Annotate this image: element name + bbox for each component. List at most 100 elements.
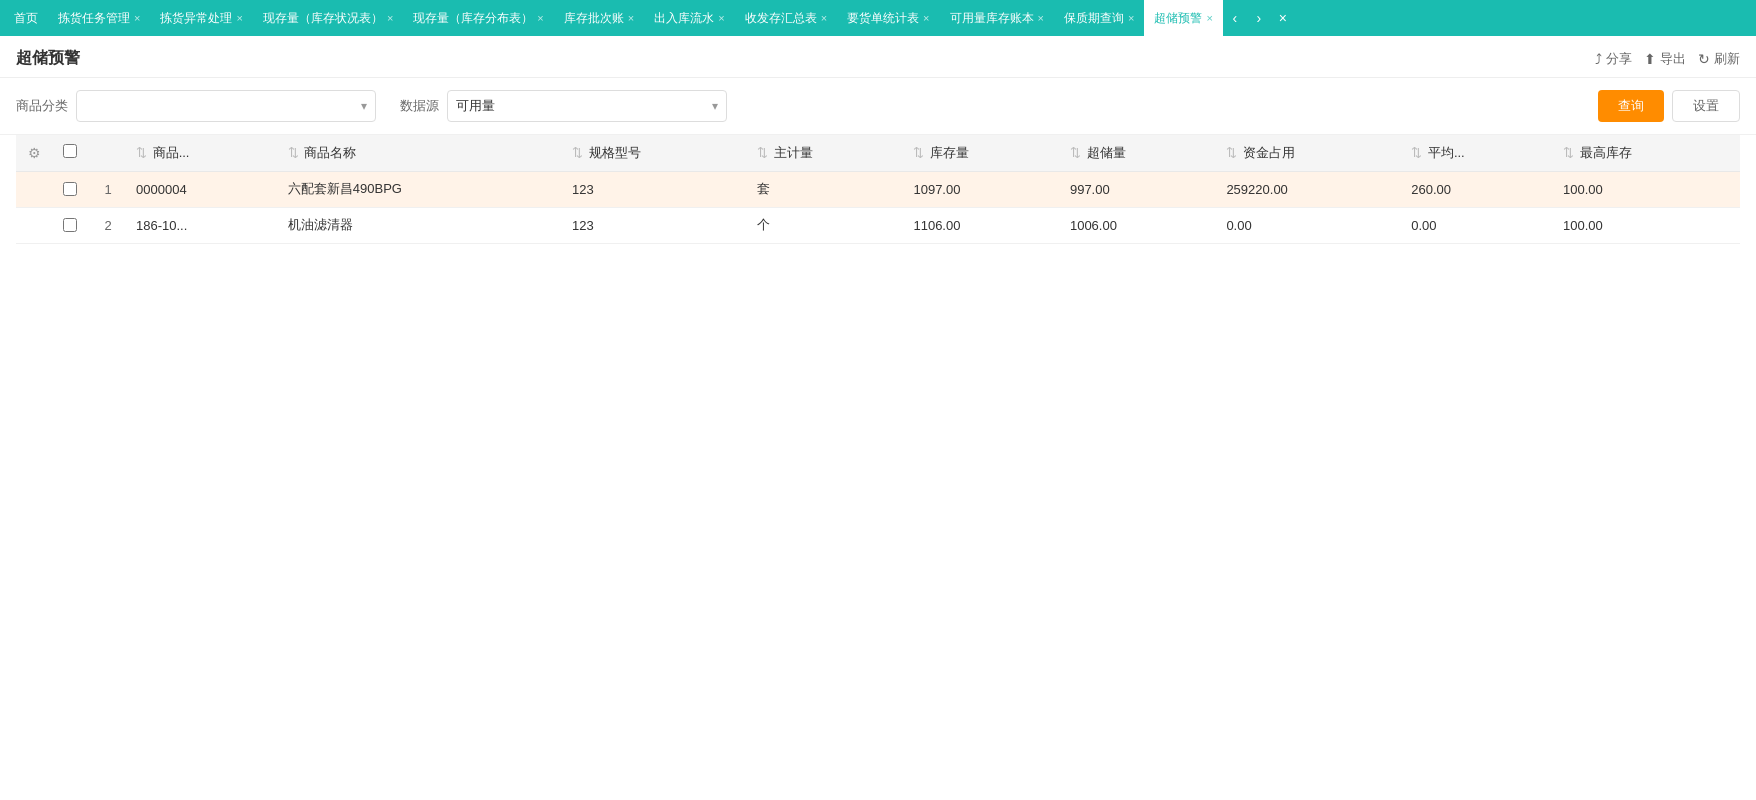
select-all-checkbox[interactable] [63,144,77,158]
refresh-button[interactable]: ↻ 刷新 [1698,50,1740,68]
tab-order-stats[interactable]: 要货单统计表 × [837,0,939,36]
row-product-name: 机油滤清器 [280,207,564,243]
filter-actions: 查询 设置 [1598,90,1740,122]
row-unit: 个 [749,207,905,243]
close-icon[interactable]: × [1128,12,1134,24]
col-index-header [88,135,128,171]
tab-stock-dist[interactable]: 现存量（库存分布表） × [403,0,553,36]
row-stock: 1106.00 [905,207,1061,243]
datasource-select[interactable]: 可用量 ▾ [447,90,727,122]
col-max-stock-header[interactable]: ⇅ 最高库存 [1555,135,1740,171]
sort-icon: ⇅ [572,145,583,160]
nav-close-arrow[interactable]: × [1271,0,1295,36]
row-checkbox[interactable] [63,182,77,196]
category-select[interactable]: ▾ [76,90,376,122]
row-product-code: 0000004 [128,171,280,207]
top-nav: 首页 拣货任务管理 × 拣货异常处理 × 现存量（库存状况表） × 现存量（库存… [0,0,1756,36]
sort-icon: ⇅ [913,145,924,160]
col-capital-header[interactable]: ⇅ 资金占用 [1218,135,1403,171]
tab-recv-send[interactable]: 收发存汇总表 × [735,0,837,36]
settings-button[interactable]: 设置 [1672,90,1740,122]
row-settings-cell [16,171,52,207]
close-icon[interactable]: × [134,12,140,24]
row-settings-cell [16,207,52,243]
datasource-filter: 数据源 可用量 ▾ [400,90,727,122]
row-overstock: 1006.00 [1062,207,1218,243]
row-capital: 259220.00 [1218,171,1403,207]
page-title: 超储预警 [16,48,80,69]
sort-icon: ⇅ [1070,145,1081,160]
query-button[interactable]: 查询 [1598,90,1664,122]
close-icon[interactable]: × [387,12,393,24]
row-unit: 套 [749,171,905,207]
share-icon: ⤴ [1595,51,1602,67]
col-unit-header[interactable]: ⇅ 主计量 [749,135,905,171]
tab-home[interactable]: 首页 [4,0,48,36]
table-row: 1 0000004 六配套新昌490BPG 123 套 1097.00 997.… [16,171,1740,207]
table-body: 1 0000004 六配套新昌490BPG 123 套 1097.00 997.… [16,171,1740,243]
header-actions: ⤴ 分享 ⬆ 导出 ↻ 刷新 [1595,50,1740,68]
col-overstock-header[interactable]: ⇅ 超储量 [1062,135,1218,171]
row-index: 2 [88,207,128,243]
col-settings[interactable]: ⚙ [16,135,52,171]
row-stock: 1097.00 [905,171,1061,207]
row-max-stock: 100.00 [1555,171,1740,207]
close-icon[interactable]: × [718,12,724,24]
datasource-value: 可用量 [456,97,495,115]
tab-quality-check[interactable]: 保质期查询 × [1054,0,1144,36]
chevron-down-icon: ▾ [712,99,718,113]
row-spec: 123 [564,171,749,207]
tab-avail-account[interactable]: 可用量库存账本 × [940,0,1054,36]
page-header: 超储预警 ⤴ 分享 ⬆ 导出 ↻ 刷新 [0,36,1756,78]
settings-gear-icon[interactable]: ⚙ [28,145,41,161]
sort-icon: ⇅ [136,145,147,160]
col-stock-header[interactable]: ⇅ 库存量 [905,135,1061,171]
close-icon[interactable]: × [923,12,929,24]
filter-area: 商品分类 ▾ 数据源 可用量 ▾ 查询 设置 [0,78,1756,135]
row-product-name: 六配套新昌490BPG [280,171,564,207]
col-spec-header[interactable]: ⇅ 规格型号 [564,135,749,171]
sort-icon: ⇅ [1563,145,1574,160]
row-checkbox-cell[interactable] [52,171,88,207]
tab-abnormal[interactable]: 拣货异常处理 × [150,0,252,36]
close-icon[interactable]: × [1038,12,1044,24]
close-icon[interactable]: × [628,12,634,24]
table-container: ⚙ ⇅ 商品... ⇅ 商品名称 ⇅ [0,135,1756,244]
table-header-row: ⚙ ⇅ 商品... ⇅ 商品名称 ⇅ [16,135,1740,171]
row-avg: 0.00 [1403,207,1555,243]
row-product-code: 186-10... [128,207,280,243]
table-row: 2 186-10... 机油滤清器 123 个 1106.00 1006.00 … [16,207,1740,243]
close-icon[interactable]: × [1206,12,1212,24]
row-avg: 260.00 [1403,171,1555,207]
row-spec: 123 [564,207,749,243]
sort-icon: ⇅ [1226,145,1237,160]
row-capital: 0.00 [1218,207,1403,243]
close-icon[interactable]: × [236,12,242,24]
nav-left-arrow[interactable]: ‹ [1223,0,1247,36]
nav-right-arrow[interactable]: › [1247,0,1271,36]
col-product-name-header[interactable]: ⇅ 商品名称 [280,135,564,171]
tab-in-out-flow[interactable]: 出入库流水 × [644,0,734,36]
col-product-code-header[interactable]: ⇅ 商品... [128,135,280,171]
sort-icon: ⇅ [288,145,299,160]
row-index: 1 [88,171,128,207]
row-checkbox-cell[interactable] [52,207,88,243]
refresh-icon: ↻ [1698,51,1710,67]
datasource-label: 数据源 [400,97,439,115]
sort-icon: ⇅ [1411,145,1422,160]
tab-overstock[interactable]: 超储预警 × [1144,0,1222,36]
col-checkbox-header[interactable] [52,135,88,171]
tab-batch-account[interactable]: 库存批次账 × [554,0,644,36]
category-label: 商品分类 [16,97,68,115]
data-table: ⚙ ⇅ 商品... ⇅ 商品名称 ⇅ [16,135,1740,244]
tab-task-mgmt[interactable]: 拣货任务管理 × [48,0,150,36]
share-button[interactable]: ⤴ 分享 [1595,50,1632,68]
close-icon[interactable]: × [821,12,827,24]
row-max-stock: 100.00 [1555,207,1740,243]
close-icon[interactable]: × [537,12,543,24]
row-overstock: 997.00 [1062,171,1218,207]
row-checkbox[interactable] [63,218,77,232]
col-avg-header[interactable]: ⇅ 平均... [1403,135,1555,171]
tab-stock-status[interactable]: 现存量（库存状况表） × [253,0,403,36]
export-button[interactable]: ⬆ 导出 [1644,50,1686,68]
